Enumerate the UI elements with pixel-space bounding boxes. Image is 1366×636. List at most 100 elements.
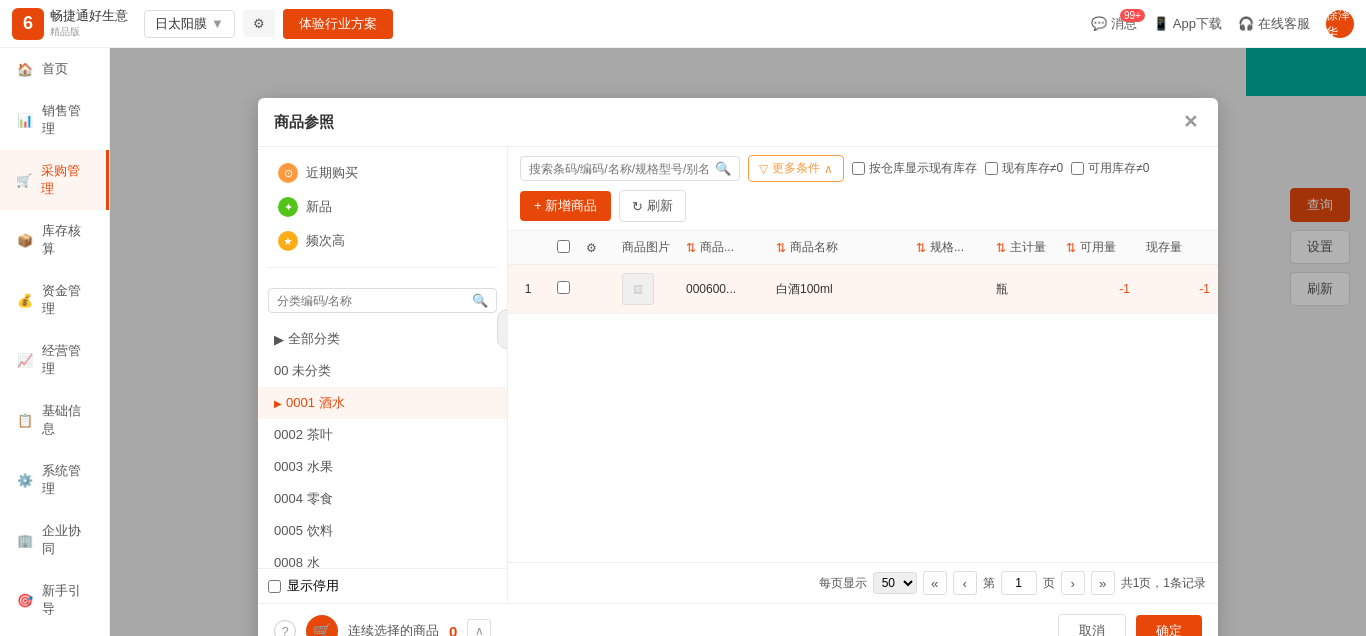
- modal-title: 商品参照: [274, 113, 334, 132]
- next-page-button[interactable]: ›: [1061, 571, 1085, 595]
- sidebar-label-purchase: 采购管理: [41, 162, 90, 198]
- sidebar-item-apps[interactable]: 📱 应用中心: [0, 630, 109, 636]
- warehouse-stock-filter[interactable]: 按仓库显示现有库存: [852, 160, 977, 177]
- select-all-checkbox[interactable]: [557, 240, 570, 253]
- category-search-icon[interactable]: 🔍: [472, 293, 488, 308]
- product-search-icon[interactable]: 🔍: [715, 161, 731, 176]
- table-header: ⚙ 商品图片 ⇅ 商品...: [508, 231, 1218, 265]
- category-0002[interactable]: 0002 茶叶: [258, 419, 507, 451]
- online-service-nav-item[interactable]: 🎧 在线客服: [1238, 15, 1310, 33]
- current-stock-filter[interactable]: 现有库存≠0: [985, 160, 1063, 177]
- add-product-button[interactable]: + 新增商品: [520, 191, 611, 221]
- sort-icon-avail: ⇅: [1066, 241, 1076, 255]
- row-spec: [908, 265, 988, 314]
- messages-badge: 99+: [1120, 9, 1145, 22]
- quick-filter-area: ⊙ 近期购买 ✦ 新品 ★ 频次高: [258, 147, 507, 282]
- row-name: 白酒100ml: [768, 265, 908, 314]
- category-0003[interactable]: 0003 水果: [258, 451, 507, 483]
- messages-nav-item[interactable]: 💬 消息 99+: [1091, 15, 1137, 33]
- nav-right: 💬 消息 99+ 📱 App下载 🎧 在线客服 徐泽华: [1091, 10, 1354, 38]
- sort-icon-unit: ⇅: [996, 241, 1006, 255]
- sidebar-item-sales[interactable]: 📊 销售管理: [0, 90, 109, 150]
- sidebar-item-finance[interactable]: 💰 资金管理: [0, 270, 109, 330]
- col-header-avail[interactable]: ⇅ 可用量: [1058, 231, 1138, 265]
- col-header-stock[interactable]: 现存量: [1138, 231, 1218, 265]
- show-disabled-checkbox[interactable]: [268, 580, 281, 593]
- divider: [268, 267, 497, 268]
- col-header-spec[interactable]: ⇅ 规格...: [908, 231, 988, 265]
- product-search-input[interactable]: [529, 162, 715, 176]
- last-page-button[interactable]: »: [1091, 571, 1115, 595]
- collapse-panel-button[interactable]: 《: [497, 309, 508, 349]
- category-0001[interactable]: ▶ 0001 酒水: [258, 387, 507, 419]
- sidebar-label-sales: 销售管理: [42, 102, 93, 138]
- row-check[interactable]: [548, 265, 578, 314]
- cancel-button[interactable]: 取消: [1058, 614, 1126, 636]
- pagination-bar: 每页显示 50 « ‹ 第 页 › » 共1页，1条记录: [508, 562, 1218, 603]
- settings-nav-button[interactable]: ⚙: [243, 10, 275, 37]
- first-page-button[interactable]: «: [923, 571, 947, 595]
- sidebar-item-enterprise[interactable]: 🏢 企业协同: [0, 510, 109, 570]
- page-number-input[interactable]: [1001, 571, 1037, 595]
- category-00[interactable]: 00 未分类: [258, 355, 507, 387]
- more-filter-button[interactable]: ▽ 更多条件 ∧: [748, 155, 844, 182]
- filter-icon: ▽: [759, 162, 768, 176]
- trial-button[interactable]: 体验行业方案: [283, 9, 393, 39]
- warehouse-stock-checkbox[interactable]: [852, 162, 865, 175]
- category-0004[interactable]: 0004 零食: [258, 483, 507, 515]
- sidebar-item-guide[interactable]: 🎯 新手引导: [0, 570, 109, 630]
- collapse-footer-button[interactable]: ∧: [467, 619, 491, 636]
- col-header-name[interactable]: ⇅ 商品名称: [768, 231, 908, 265]
- category-0005[interactable]: 0005 饮料: [258, 515, 507, 547]
- sidebar-item-basic[interactable]: 📋 基础信息: [0, 390, 109, 450]
- row-checkbox[interactable]: [557, 281, 570, 294]
- category-search-area: 🔍: [268, 288, 497, 313]
- show-disabled-area: 显示停用: [258, 568, 507, 603]
- product-search-bar: 🔍: [520, 156, 740, 181]
- quick-filter-new[interactable]: ✦ 新品: [268, 191, 497, 223]
- confirm-button[interactable]: 确定: [1136, 615, 1202, 636]
- modal-close-button[interactable]: ✕: [1178, 110, 1202, 134]
- basic-icon: 📋: [16, 411, 34, 429]
- available-stock-checkbox[interactable]: [1071, 162, 1084, 175]
- modal-right-panel: 🔍 ▽ 更多条件 ∧ 按仓库显示现有库存 现有库存≠0: [508, 147, 1218, 603]
- table-row[interactable]: 1 🖼 000600...: [508, 265, 1218, 314]
- toolbar-refresh-button[interactable]: ↻ ↻ 刷新 刷新: [619, 190, 686, 222]
- col-header-img[interactable]: 商品图片: [614, 231, 678, 265]
- sidebar-item-home[interactable]: 🏠 首页: [0, 48, 109, 90]
- category-tree: ▶ 全部分类 00 未分类 ▶ 0001 酒水 0002 茶叶 0003 水果: [258, 319, 507, 568]
- nav-selector[interactable]: 日太阳膜 ▼: [144, 10, 235, 38]
- product-thumbnail: 🖼: [622, 273, 654, 305]
- sort-icon: ⇅: [686, 241, 696, 255]
- quick-filter-recent[interactable]: ⊙ 近期购买: [268, 157, 497, 189]
- per-page-label: 每页显示: [819, 575, 867, 592]
- sidebar-item-operations[interactable]: 📈 经营管理: [0, 330, 109, 390]
- app-download-nav-item[interactable]: 📱 App下载: [1153, 15, 1222, 33]
- logo-icon: 6: [12, 8, 44, 40]
- sidebar-label-inventory: 库存核算: [42, 222, 93, 258]
- current-stock-checkbox[interactable]: [985, 162, 998, 175]
- user-profile-nav-item[interactable]: 徐泽华: [1326, 10, 1354, 38]
- col-header-gear: ⚙: [578, 231, 614, 265]
- logo-area: 6 畅捷通好生意 精品版: [12, 8, 128, 40]
- col-header-code[interactable]: ⇅ 商品...: [678, 231, 768, 265]
- cart-button[interactable]: 🛒: [306, 615, 338, 636]
- sidebar-item-inventory[interactable]: 📦 库存核算: [0, 210, 109, 270]
- category-all[interactable]: ▶ 全部分类: [258, 323, 507, 355]
- col-header-unit[interactable]: ⇅ 主计量: [988, 231, 1058, 265]
- sidebar-item-system[interactable]: ⚙️ 系统管理: [0, 450, 109, 510]
- sidebar-item-purchase[interactable]: 🛒 采购管理: [0, 150, 109, 210]
- category-search-input[interactable]: [277, 294, 468, 308]
- page-size-select[interactable]: 50: [873, 572, 917, 594]
- message-icon: 💬: [1091, 16, 1107, 31]
- category-0008[interactable]: 0008 水: [258, 547, 507, 568]
- modal-toolbar: 🔍 ▽ 更多条件 ∧ 按仓库显示现有库存 现有库存≠0: [508, 147, 1218, 231]
- sidebar-label-finance: 资金管理: [42, 282, 93, 318]
- quick-filter-frequent[interactable]: ★ 频次高: [268, 225, 497, 257]
- selected-text: 连续选择的商品: [348, 622, 439, 636]
- left-sidebar: 🏠 首页 📊 销售管理 🛒 采购管理 📦 库存核算 💰 资金管理 📈 经营管理 …: [0, 48, 110, 636]
- available-stock-filter[interactable]: 可用库存≠0: [1071, 160, 1149, 177]
- prev-page-button[interactable]: ‹: [953, 571, 977, 595]
- help-icon-button[interactable]: ?: [274, 620, 296, 636]
- modal-left-panel: ⊙ 近期购买 ✦ 新品 ★ 频次高: [258, 147, 508, 603]
